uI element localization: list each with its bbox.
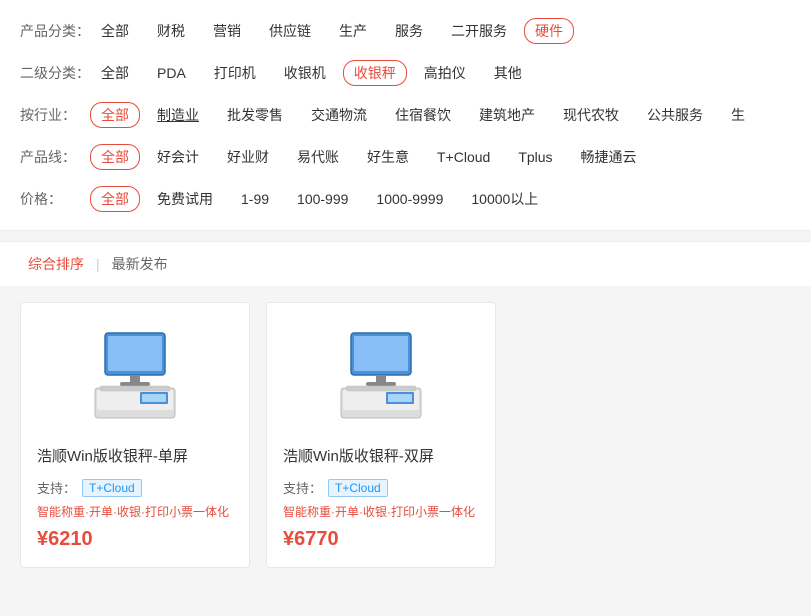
filter-items-industry: 全部制造业批发零售交通物流住宿餐饮建筑地产现代农牧公共服务生: [90, 102, 756, 128]
filter-item[interactable]: 硬件: [524, 18, 574, 44]
filter-item[interactable]: 1000-9999: [365, 188, 454, 210]
filter-item[interactable]: 收银秤: [343, 60, 407, 86]
filter-item[interactable]: 服务: [384, 18, 434, 44]
support-tag: T+Cloud: [328, 479, 388, 497]
filter-item[interactable]: 收银机: [273, 60, 337, 86]
product-card[interactable]: 浩顺Win版收银秤-双屏 支持： T+Cloud 智能称重·开单·收银·打印小票…: [266, 302, 496, 568]
filter-item[interactable]: 其他: [483, 60, 533, 86]
filter-item[interactable]: 好会计: [146, 144, 210, 170]
filter-item[interactable]: 制造业: [146, 102, 210, 128]
filter-row-industry: 按行业： 全部制造业批发零售交通物流住宿餐饮建筑地产现代农牧公共服务生: [20, 94, 791, 136]
product-price: ¥6210: [37, 528, 233, 551]
product-support: 支持： T+Cloud: [37, 478, 233, 497]
sort-divider: |: [96, 256, 100, 272]
filter-item[interactable]: 10000以上: [460, 186, 549, 212]
filter-item[interactable]: T+Cloud: [426, 146, 501, 168]
filter-items-subcategory: 全部 PDA 打印机收银机收银秤高拍仪其他: [90, 60, 533, 86]
filter-row-category: 产品分类： 全部财税营销供应链生产服务二开服务硬件: [20, 10, 791, 52]
filter-section: 产品分类： 全部财税营销供应链生产服务二开服务硬件 二级分类： 全部PDA打印机…: [0, 0, 811, 231]
product-name: 浩顺Win版收银秤-双屏: [283, 445, 479, 466]
product-image: [37, 323, 233, 433]
filter-item[interactable]: 交通物流: [300, 102, 378, 128]
product-card[interactable]: 浩顺Win版收银秤-单屏 支持： T+Cloud 智能称重·开单·收银·打印小票…: [20, 302, 250, 568]
filter-item[interactable]: 财税: [146, 18, 196, 44]
filter-label-subcategory: 二级分类：: [20, 63, 90, 83]
filter-item[interactable]: 生产: [328, 18, 378, 44]
support-label: 支持：: [37, 478, 76, 497]
product-image: [283, 323, 479, 433]
sort-item-comprehensive[interactable]: 综合排序: [20, 250, 92, 278]
products-area: 浩顺Win版收银秤-单屏 支持： T+Cloud 智能称重·开单·收银·打印小票…: [0, 286, 811, 584]
filter-items-productline: 全部好会计好业财易代账好生意 T+Cloud Tplus 畅捷通云: [90, 144, 648, 170]
filter-items-category: 全部财税营销供应链生产服务二开服务硬件: [90, 18, 574, 44]
filter-item[interactable]: 公共服务: [636, 102, 714, 128]
support-tag: T+Cloud: [82, 479, 142, 497]
filter-item[interactable]: Tplus: [507, 146, 563, 168]
filter-item[interactable]: 批发零售: [216, 102, 294, 128]
filter-label-productline: 产品线：: [20, 147, 90, 167]
filter-item[interactable]: 现代农牧: [552, 102, 630, 128]
filter-item[interactable]: 二开服务: [440, 18, 518, 44]
filter-item[interactable]: 全部: [90, 102, 140, 128]
filter-items-price: 全部免费试用 1-99 100-999 1000-9999 10000以上: [90, 186, 549, 212]
filter-item[interactable]: 免费试用: [146, 186, 224, 212]
sort-bar: 综合排序 | 最新发布: [0, 241, 811, 286]
filter-row-subcategory: 二级分类： 全部 PDA 打印机收银机收银秤高拍仪其他: [20, 52, 791, 94]
product-price: ¥6770: [283, 528, 479, 551]
filter-item[interactable]: 住宿餐饮: [384, 102, 462, 128]
filter-item[interactable]: 全部: [90, 144, 140, 170]
support-label: 支持：: [283, 478, 322, 497]
filter-item[interactable]: 好业财: [216, 144, 280, 170]
sort-item-latest[interactable]: 最新发布: [104, 250, 176, 278]
filter-item[interactable]: 建筑地产: [468, 102, 546, 128]
filter-item[interactable]: 全部: [90, 18, 140, 44]
filter-row-price: 价格： 全部免费试用 1-99 100-999 1000-9999 10000以上: [20, 178, 791, 220]
filter-item[interactable]: 高拍仪: [413, 60, 477, 86]
filter-item[interactable]: PDA: [146, 62, 197, 84]
product-desc: 智能称重·开单·收银·打印小票一体化: [37, 503, 233, 520]
filter-item[interactable]: 供应链: [258, 18, 322, 44]
filter-item[interactable]: 打印机: [203, 60, 267, 86]
filter-item[interactable]: 全部: [90, 60, 140, 86]
filter-item[interactable]: 100-999: [286, 188, 359, 210]
filter-row-productline: 产品线： 全部好会计好业财易代账好生意 T+Cloud Tplus 畅捷通云: [20, 136, 791, 178]
filter-item[interactable]: 全部: [90, 186, 140, 212]
filter-label-price: 价格：: [20, 189, 90, 209]
product-name: 浩顺Win版收银秤-单屏: [37, 445, 233, 466]
filter-item[interactable]: 好生意: [356, 144, 420, 170]
filter-label-industry: 按行业：: [20, 105, 90, 125]
filter-item[interactable]: 生: [720, 102, 756, 128]
product-desc: 智能称重·开单·收银·打印小票一体化: [283, 503, 479, 520]
filter-item[interactable]: 畅捷通云: [570, 144, 648, 170]
product-support: 支持： T+Cloud: [283, 478, 479, 497]
filter-item[interactable]: 1-99: [230, 188, 280, 210]
filter-item[interactable]: 易代账: [286, 144, 350, 170]
filter-item[interactable]: 营销: [202, 18, 252, 44]
filter-label-category: 产品分类：: [20, 21, 90, 41]
